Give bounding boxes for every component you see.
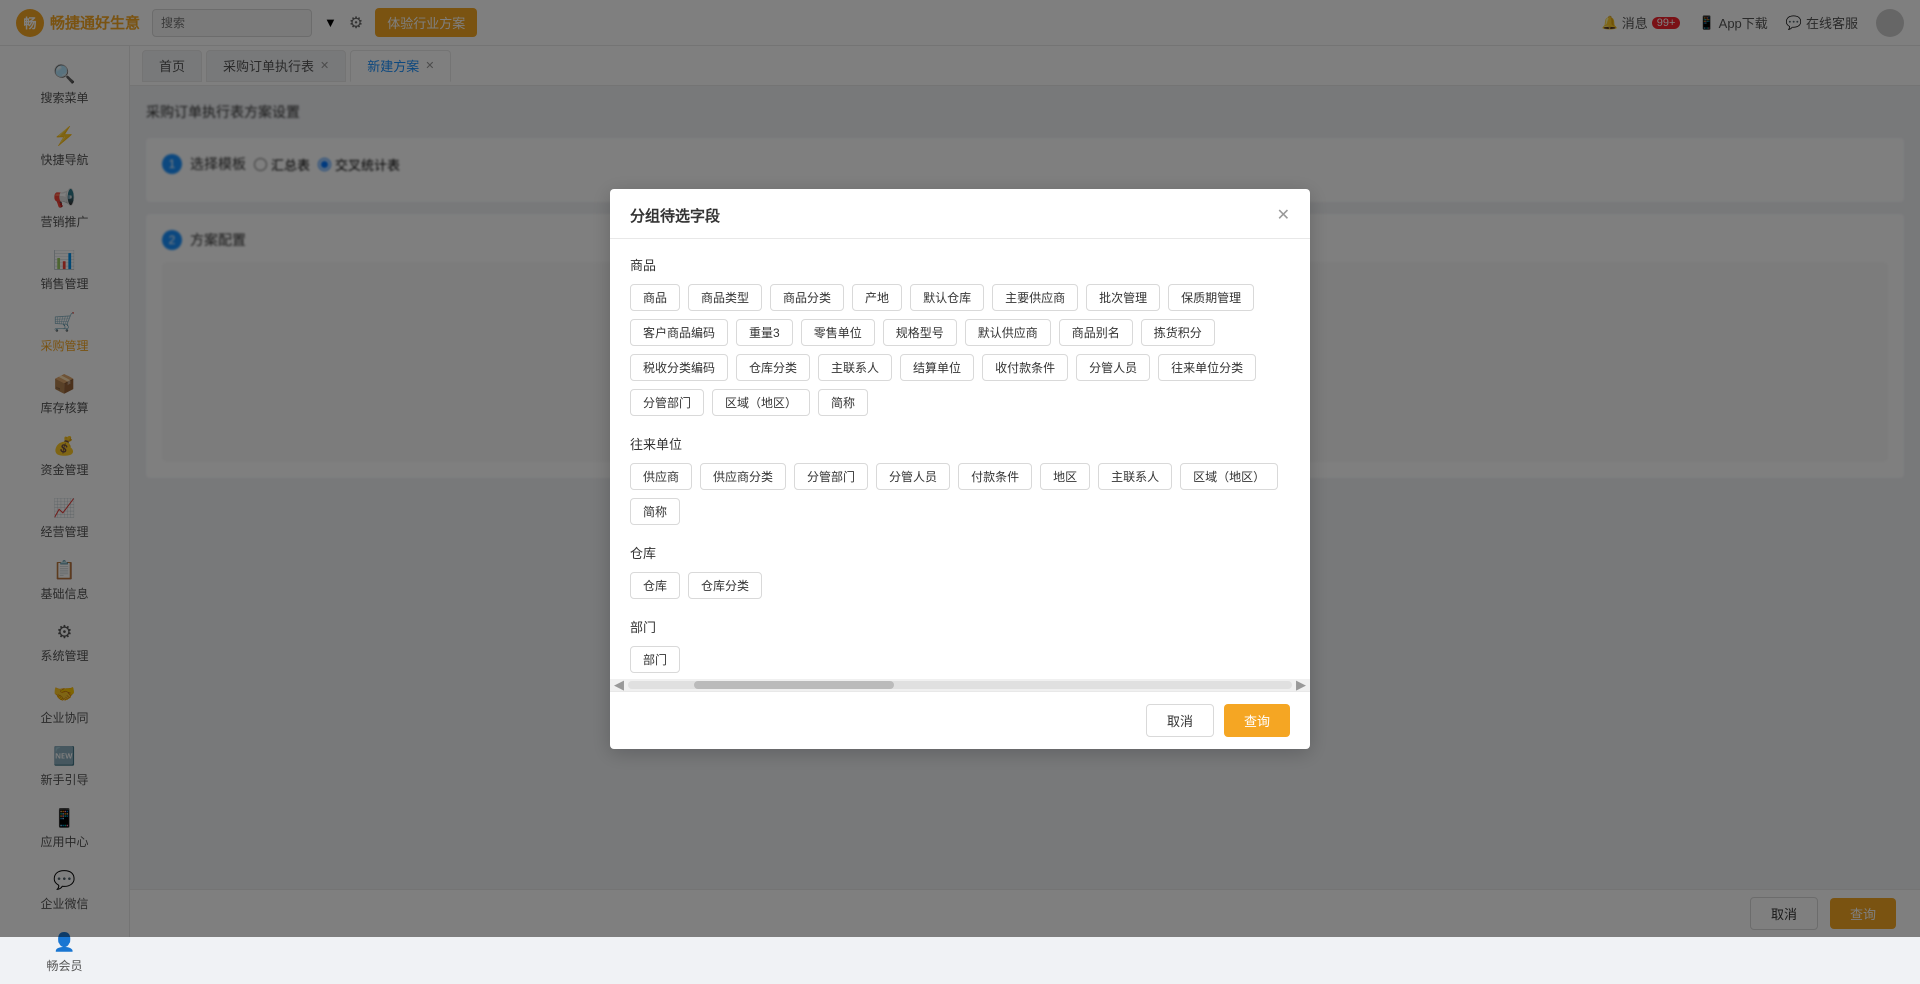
modal-overlay: 分组待选字段 ✕ 商品 商品 商品类型 商品分类 产地 默认仓库 主要供应商 批… bbox=[0, 0, 1920, 937]
field-tag-warehouse-1[interactable]: 仓库分类 bbox=[688, 572, 762, 599]
field-select-modal: 分组待选字段 ✕ 商品 商品 商品类型 商品分类 产地 默认仓库 主要供应商 批… bbox=[610, 189, 1310, 749]
field-tag-product-12[interactable]: 默认供应商 bbox=[965, 319, 1051, 346]
section-department: 部门 部门 bbox=[630, 617, 1290, 673]
field-tag-product-15[interactable]: 税收分类编码 bbox=[630, 354, 728, 381]
field-tag-product-2[interactable]: 商品分类 bbox=[770, 284, 844, 311]
warehouse-field-tags: 仓库 仓库分类 bbox=[630, 572, 1290, 599]
field-tag-product-11[interactable]: 规格型号 bbox=[883, 319, 957, 346]
modal-footer: 取消 查询 bbox=[610, 691, 1310, 749]
field-tag-counter-6[interactable]: 主联系人 bbox=[1098, 463, 1172, 490]
field-tag-product-24[interactable]: 简称 bbox=[818, 389, 868, 416]
field-tag-product-16[interactable]: 仓库分类 bbox=[736, 354, 810, 381]
section-product-title: 商品 bbox=[630, 255, 1290, 274]
section-counterpart: 往来单位 供应商 供应商分类 分管部门 分管人员 付款条件 地区 主联系人 区域… bbox=[630, 434, 1290, 525]
modal-cancel-button[interactable]: 取消 bbox=[1146, 704, 1214, 737]
field-tag-product-22[interactable]: 分管部门 bbox=[630, 389, 704, 416]
field-tag-product-21[interactable]: 往来单位分类 bbox=[1158, 354, 1256, 381]
field-tag-product-0[interactable]: 商品 bbox=[630, 284, 680, 311]
modal-close-button[interactable]: ✕ bbox=[1277, 205, 1290, 225]
field-tag-counter-4[interactable]: 付款条件 bbox=[958, 463, 1032, 490]
field-tag-product-19[interactable]: 收付款条件 bbox=[982, 354, 1068, 381]
modal-title: 分组待选字段 bbox=[630, 205, 720, 226]
field-tag-counter-1[interactable]: 供应商分类 bbox=[700, 463, 786, 490]
field-tag-dept-0[interactable]: 部门 bbox=[630, 646, 680, 673]
section-department-title: 部门 bbox=[630, 617, 1290, 636]
field-tag-product-9[interactable]: 重量3 bbox=[736, 319, 793, 346]
field-tag-product-20[interactable]: 分管人员 bbox=[1076, 354, 1150, 381]
field-tag-product-5[interactable]: 主要供应商 bbox=[992, 284, 1078, 311]
modal-header: 分组待选字段 ✕ bbox=[610, 189, 1310, 239]
field-tag-product-18[interactable]: 结算单位 bbox=[900, 354, 974, 381]
field-tag-warehouse-0[interactable]: 仓库 bbox=[630, 572, 680, 599]
sidebar-item-member-label: 畅会员 bbox=[46, 957, 82, 974]
section-warehouse-title: 仓库 bbox=[630, 543, 1290, 562]
section-product: 商品 商品 商品类型 商品分类 产地 默认仓库 主要供应商 批次管理 保质期管理… bbox=[630, 255, 1290, 416]
modal-confirm-button[interactable]: 查询 bbox=[1224, 704, 1290, 737]
counterpart-field-tags: 供应商 供应商分类 分管部门 分管人员 付款条件 地区 主联系人 区域（地区） … bbox=[630, 463, 1290, 525]
section-warehouse: 仓库 仓库 仓库分类 bbox=[630, 543, 1290, 599]
field-tag-counter-2[interactable]: 分管部门 bbox=[794, 463, 868, 490]
field-tag-product-4[interactable]: 默认仓库 bbox=[910, 284, 984, 311]
modal-body: 商品 商品 商品类型 商品分类 产地 默认仓库 主要供应商 批次管理 保质期管理… bbox=[610, 239, 1310, 679]
modal-horizontal-scrollbar[interactable]: ◀ ▶ bbox=[610, 679, 1310, 691]
field-tag-product-14[interactable]: 拣货积分 bbox=[1141, 319, 1215, 346]
field-tag-counter-8[interactable]: 简称 bbox=[630, 498, 680, 525]
field-tag-product-10[interactable]: 零售单位 bbox=[801, 319, 875, 346]
field-tag-counter-7[interactable]: 区域（地区） bbox=[1180, 463, 1278, 490]
field-tag-product-7[interactable]: 保质期管理 bbox=[1168, 284, 1254, 311]
field-tag-counter-0[interactable]: 供应商 bbox=[630, 463, 692, 490]
field-tag-product-6[interactable]: 批次管理 bbox=[1086, 284, 1160, 311]
department-field-tags: 部门 bbox=[630, 646, 1290, 673]
field-tag-counter-3[interactable]: 分管人员 bbox=[876, 463, 950, 490]
section-counterpart-title: 往来单位 bbox=[630, 434, 1290, 453]
field-tag-product-17[interactable]: 主联系人 bbox=[818, 354, 892, 381]
field-tag-product-13[interactable]: 商品别名 bbox=[1059, 319, 1133, 346]
field-tag-counter-5[interactable]: 地区 bbox=[1040, 463, 1090, 490]
field-tag-product-3[interactable]: 产地 bbox=[852, 284, 902, 311]
field-tag-product-1[interactable]: 商品类型 bbox=[688, 284, 762, 311]
product-field-tags: 商品 商品类型 商品分类 产地 默认仓库 主要供应商 批次管理 保质期管理 客户… bbox=[630, 284, 1290, 416]
field-tag-product-8[interactable]: 客户商品编码 bbox=[630, 319, 728, 346]
field-tag-product-23[interactable]: 区域（地区） bbox=[712, 389, 810, 416]
